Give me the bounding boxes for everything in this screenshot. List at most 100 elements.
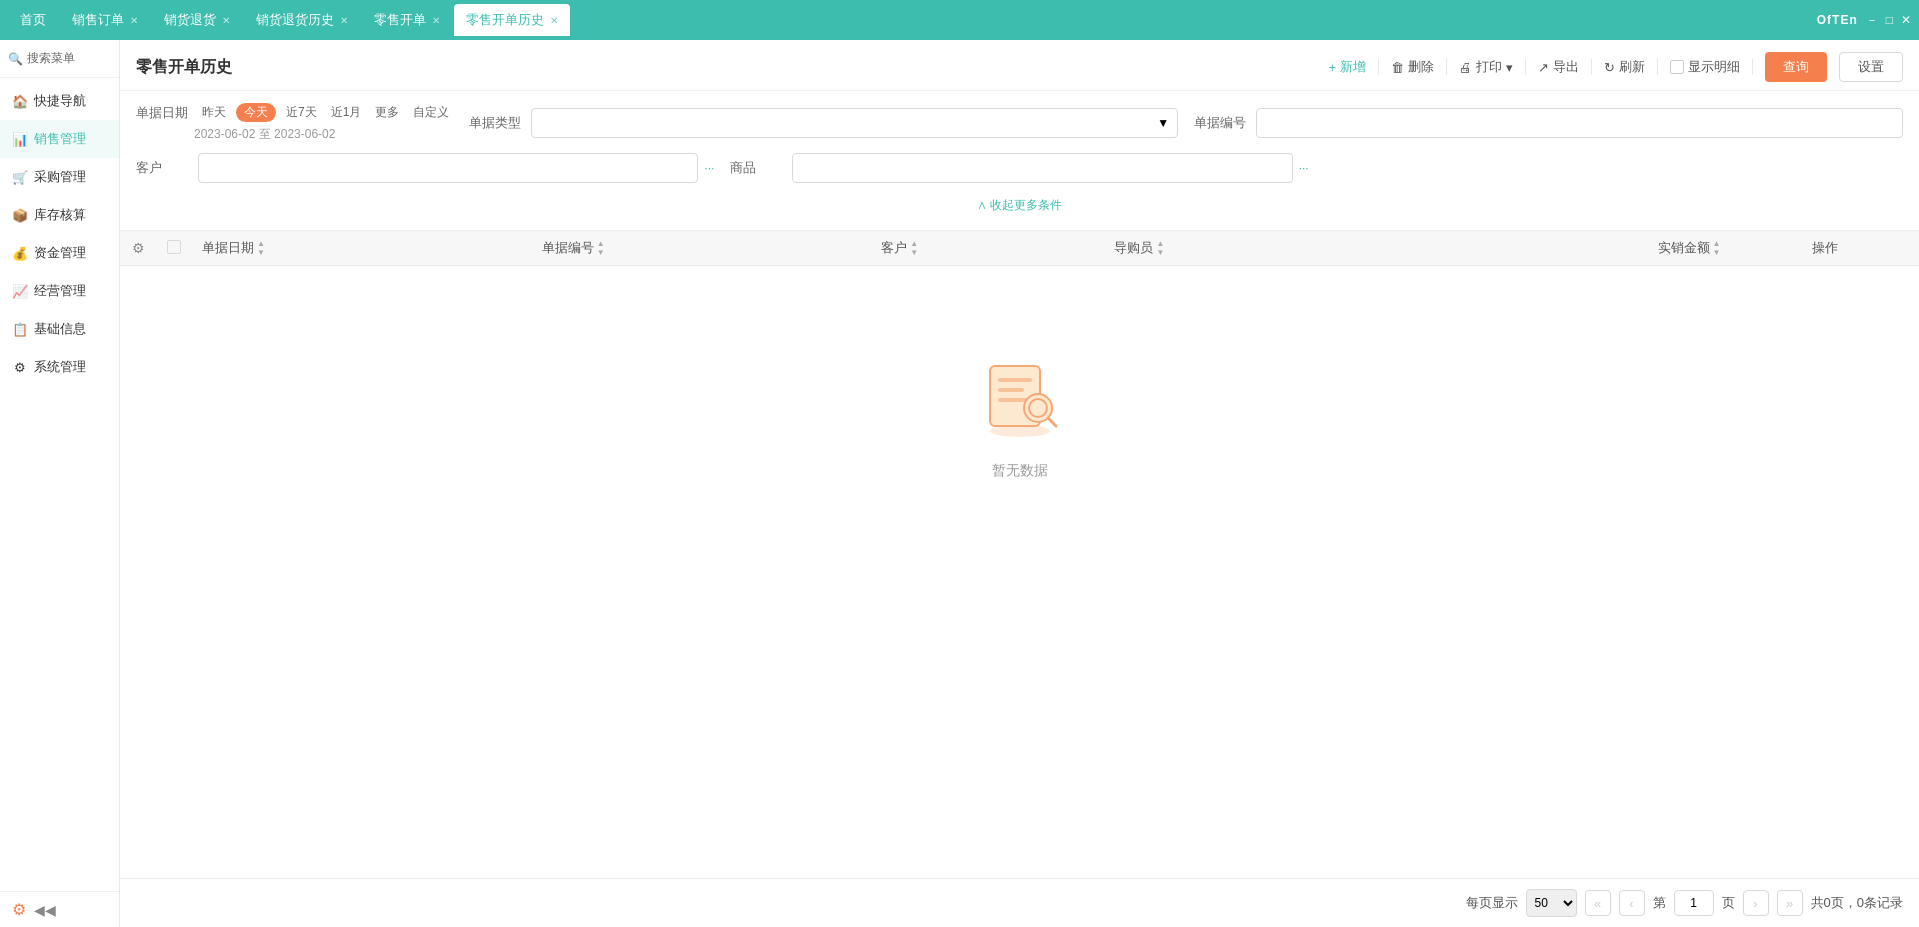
sidebar-item-quick-nav[interactable]: 🏠 快捷导航	[0, 82, 119, 120]
export-icon: ↗	[1538, 60, 1549, 75]
sidebar-label-inventory: 库存核算	[34, 206, 86, 224]
tab-close-sales-order[interactable]: ✕	[130, 15, 138, 26]
tab-label-sales-order: 销售订单	[72, 11, 124, 29]
divider2	[1446, 59, 1447, 75]
tab-bar: 首页销售订单✕销货退货✕销货退货历史✕零售开单✕零售开单历史✕	[8, 4, 1817, 36]
page-title: 零售开单历史	[136, 57, 232, 78]
th-no[interactable]: 单据编号 ▲▼	[532, 231, 872, 266]
customer-picker-btn[interactable]: ···	[704, 161, 714, 175]
date-label: 单据日期	[136, 104, 192, 122]
page-header: 零售开单历史 + 新增 🗑 删除 🖨 打印 ▾	[120, 40, 1919, 91]
shortcut-1month[interactable]: 近1月	[327, 103, 366, 122]
divider5	[1657, 59, 1658, 75]
shortcut-yesterday[interactable]: 昨天	[198, 103, 230, 122]
sidebar-search[interactable]: 🔍 搜索菜单	[0, 40, 119, 78]
date-range-text: 2023-06-02 至 2023-06-02	[194, 126, 335, 143]
first-page-btn[interactable]: «	[1585, 890, 1611, 916]
tab-label-sales-return: 销货退货	[164, 11, 216, 29]
print-label: 打印	[1476, 58, 1502, 76]
svg-rect-4	[998, 398, 1028, 402]
tab-label-home: 首页	[20, 11, 46, 29]
minimize-btn[interactable]: －	[1866, 12, 1878, 29]
maximize-btn[interactable]: □	[1886, 13, 1893, 27]
customer-sort-arrows: ▲▼	[910, 239, 918, 257]
date-shortcuts: 昨天 今天 近7天 近1月 更多 自定义	[198, 103, 453, 122]
divider1	[1378, 59, 1379, 75]
page-number-input[interactable]	[1674, 890, 1714, 916]
sidebar-label-basic-info: 基础信息	[34, 320, 86, 338]
sidebar-item-system[interactable]: ⚙ 系统管理	[0, 348, 119, 386]
shortcut-custom[interactable]: 自定义	[409, 103, 453, 122]
amount-sort-arrows: ▲▼	[1713, 239, 1721, 257]
tab-retail-open[interactable]: 零售开单✕	[362, 4, 452, 36]
th-amount[interactable]: 实销金额 ▲▼	[1391, 231, 1731, 266]
product-input[interactable]	[792, 153, 1292, 183]
total-info: 共0页，0条记录	[1811, 894, 1903, 912]
th-customer[interactable]: 客户 ▲▼	[871, 231, 1104, 266]
display-detail-toggle[interactable]: 显示明细	[1670, 58, 1740, 76]
tab-retail-open-history[interactable]: 零售开单历史 ✕	[454, 4, 570, 36]
select-all-checkbox[interactable]	[167, 240, 181, 254]
tab-sales-order[interactable]: 销售订单 ✕	[60, 4, 150, 36]
tab-home[interactable]: 首页	[8, 4, 58, 36]
sidebar-item-basic-info[interactable]: 📋 基础信息	[0, 310, 119, 348]
sidebar-item-purchase-mgmt[interactable]: 🛒 采购管理	[0, 158, 119, 196]
delete-button[interactable]: 🗑 删除	[1391, 58, 1434, 76]
tab-close-sales-return-history[interactable]: ✕	[340, 15, 348, 26]
customer-label: 客户	[136, 159, 192, 177]
export-button[interactable]: ↗ 导出	[1538, 58, 1579, 76]
sidebar-label-quick-nav: 快捷导航	[34, 92, 86, 110]
icon-quick-nav: 🏠	[12, 93, 28, 109]
last-page-btn[interactable]: »	[1777, 890, 1803, 916]
icon-purchase-mgmt: 🛒	[12, 169, 28, 185]
shortcut-7days[interactable]: 近7天	[282, 103, 321, 122]
print-button[interactable]: 🖨 打印 ▾	[1459, 58, 1513, 76]
next-page-btn[interactable]: ›	[1743, 890, 1769, 916]
toolbar: + 新增 🗑 删除 🖨 打印 ▾ ↗ 导出	[1328, 52, 1903, 82]
shortcut-more[interactable]: 更多	[371, 103, 403, 122]
refresh-label: 刷新	[1619, 58, 1645, 76]
tab-sales-return-history[interactable]: 销货退货历史✕	[244, 4, 360, 36]
icon-sales-mgmt: 📊	[12, 131, 28, 147]
tab-close-retail-open[interactable]: ✕	[432, 15, 440, 26]
filter-row-1: 单据日期 昨天 今天 近7天 近1月 更多 自定义 2023-06-02 至 2…	[136, 103, 1903, 143]
th-salesman[interactable]: 导购员 ▲▼	[1104, 231, 1390, 266]
collapse-sidebar-btn[interactable]: ◀◀	[34, 902, 56, 918]
export-label: 导出	[1553, 58, 1579, 76]
sidebar-item-inventory[interactable]: 📦 库存核算	[0, 196, 119, 234]
page-unit: 页	[1722, 894, 1735, 912]
content-area: 零售开单历史 + 新增 🗑 删除 🖨 打印 ▾	[120, 40, 1919, 927]
customer-input[interactable]	[198, 153, 698, 183]
tab-label-retail-open-history: 零售开单历史	[466, 11, 544, 29]
collapse-filter-btn[interactable]: ∧ 收起更多条件	[136, 193, 1903, 218]
sidebar-item-operation[interactable]: 📈 经营管理	[0, 272, 119, 310]
per-page-label: 每页显示	[1466, 894, 1518, 912]
tab-close-sales-return[interactable]: ✕	[222, 15, 230, 26]
print-icon: 🖨	[1459, 60, 1472, 75]
th-checkbox[interactable]	[156, 231, 192, 266]
query-button[interactable]: 查询	[1765, 52, 1827, 82]
product-picker-btn[interactable]: ···	[1299, 161, 1309, 175]
th-action: 操作	[1731, 231, 1919, 266]
shortcut-today[interactable]: 今天	[236, 103, 276, 122]
settings-footer-icon[interactable]: ⚙	[12, 900, 26, 919]
refresh-button[interactable]: ↻ 刷新	[1604, 58, 1645, 76]
sidebar-item-finance[interactable]: 💰 资金管理	[0, 234, 119, 272]
order-type-dropdown-icon: ▼	[1157, 116, 1169, 130]
prev-page-btn[interactable]: ‹	[1619, 890, 1645, 916]
table-settings-icon[interactable]: ⚙	[132, 240, 145, 256]
tab-sales-return[interactable]: 销货退货 ✕	[152, 4, 242, 36]
order-no-label: 单据编号	[1194, 114, 1250, 132]
per-page-select[interactable]: 50 20 100	[1526, 889, 1577, 917]
sidebar-item-sales-mgmt[interactable]: 📊 销售管理	[0, 120, 119, 158]
tab-close-retail-open-history[interactable]: ✕	[550, 15, 558, 26]
close-btn[interactable]: ✕	[1901, 13, 1911, 27]
th-settings[interactable]: ⚙	[120, 231, 156, 266]
add-button[interactable]: + 新增	[1328, 58, 1366, 76]
order-no-input[interactable]	[1256, 108, 1903, 138]
th-date-label: 单据日期	[202, 239, 254, 257]
th-date[interactable]: 单据日期 ▲▼	[192, 231, 532, 266]
order-type-select[interactable]: ▼	[531, 108, 1178, 138]
sidebar-label-finance: 资金管理	[34, 244, 86, 262]
setting-button[interactable]: 设置	[1839, 52, 1903, 82]
